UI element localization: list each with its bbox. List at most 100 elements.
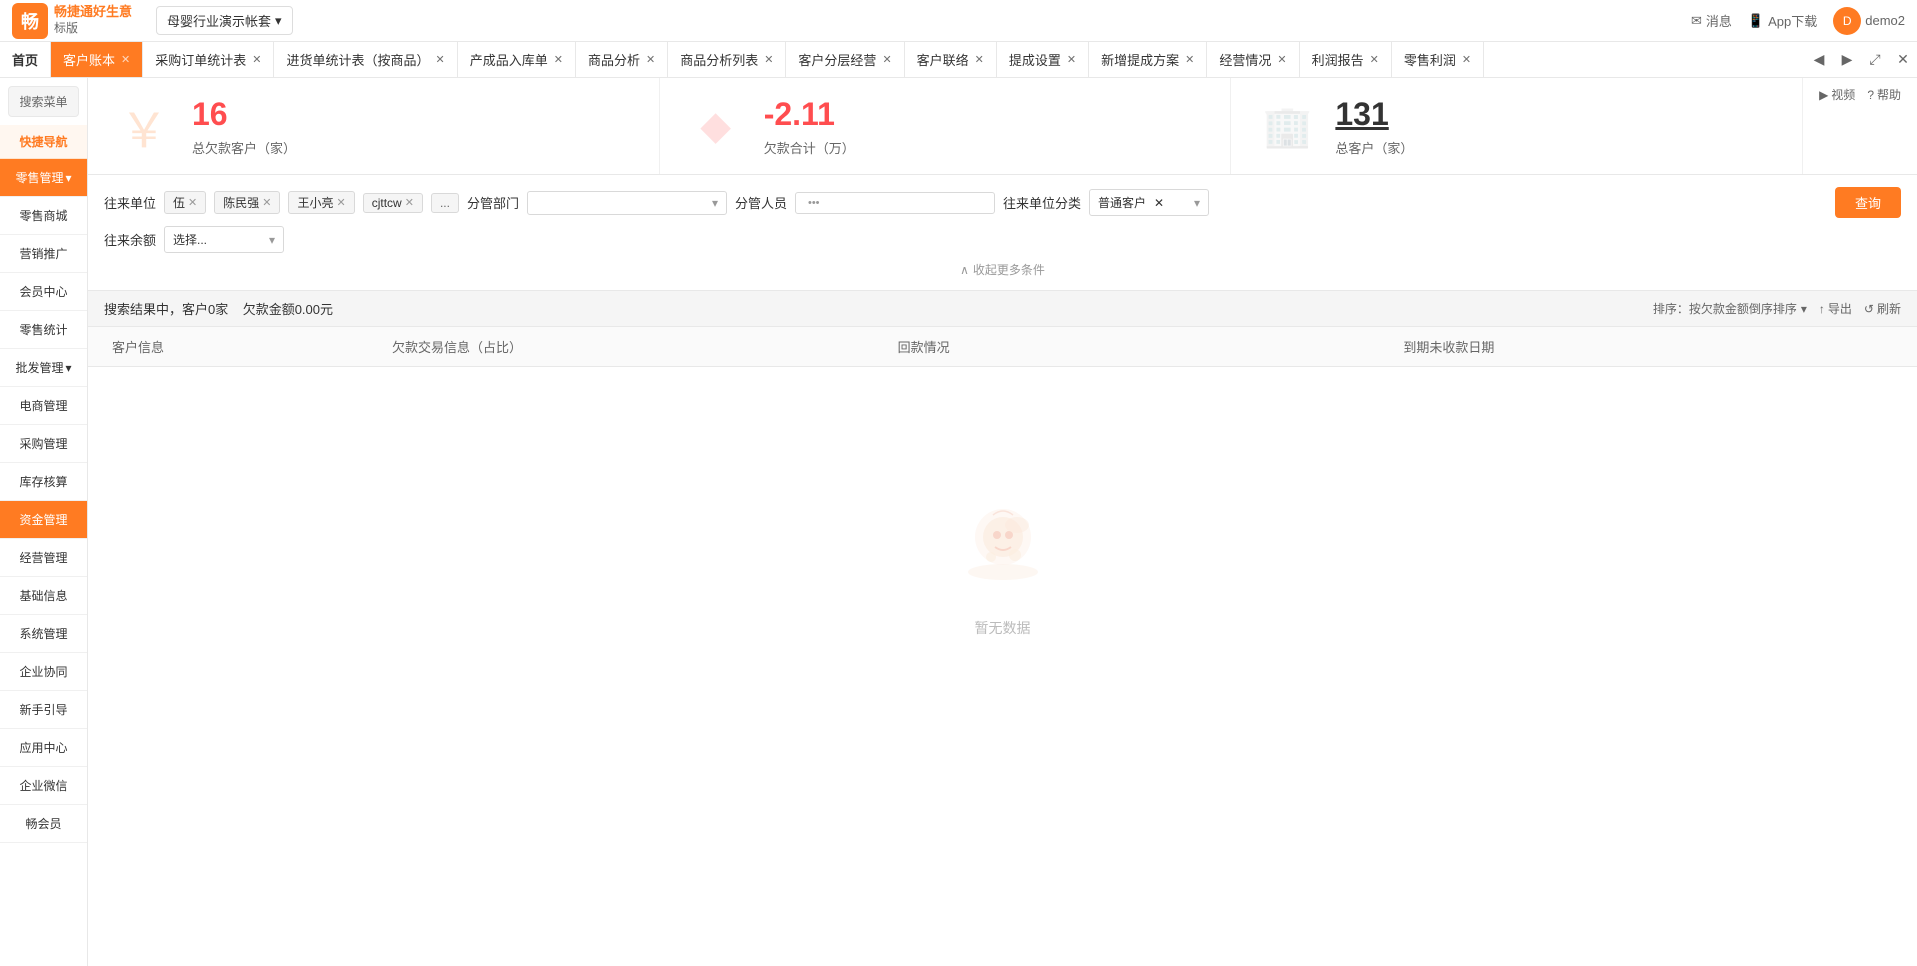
message-icon: ✉	[1691, 13, 1702, 29]
sidebar-item-retail-management[interactable]: 零售管理 ▾	[0, 159, 87, 197]
tab-label: 利润报告	[1312, 50, 1364, 69]
stat-block-customers: ￥ 16 总欠款客户（家）	[88, 78, 660, 174]
tab-profit-report[interactable]: 利润报告 ✕	[1300, 42, 1392, 78]
play-icon: ▶	[1819, 88, 1828, 102]
tab-customer-ledger[interactable]: 客户账本 ✕	[51, 42, 143, 78]
tab-inbound-stats[interactable]: 进货单统计表（按商品） ✕	[274, 42, 457, 78]
tab-label: 提成设置	[1009, 50, 1061, 69]
close-icon[interactable]: ✕	[882, 53, 891, 66]
close-icon[interactable]: ✕	[436, 53, 445, 66]
sidebar-item-operations[interactable]: 经营管理	[0, 539, 87, 577]
sidebar-item-system[interactable]: 系统管理	[0, 615, 87, 653]
close-icon[interactable]: ✕	[1462, 53, 1471, 66]
close-icon[interactable]: ✕	[975, 53, 984, 66]
tab-controls: ◀ ▶ ⤢ ✕	[1805, 46, 1917, 74]
close-icon[interactable]: ✕	[1067, 53, 1076, 66]
chevron-down-icon: ▾	[65, 171, 71, 185]
sort-button[interactable]: 排序：按欠款金额倒序排序 ▾	[1653, 300, 1807, 317]
diamond-icon: ◆	[684, 94, 748, 158]
video-label: 视频	[1831, 86, 1855, 103]
sidebar-item-app-center[interactable]: 应用中心	[0, 729, 87, 767]
filter-tag-wu-remove[interactable]: ✕	[188, 196, 197, 209]
sidebar-item-enterprise-collab[interactable]: 企业协同	[0, 653, 87, 691]
tab-home-label: 首页	[12, 50, 38, 69]
tab-product-inbound[interactable]: 产成品入库单 ✕	[458, 42, 576, 78]
refresh-icon: ↺	[1864, 302, 1874, 316]
category-select[interactable]: 普通客户 ✕ ▾	[1089, 189, 1209, 216]
tab-close-button[interactable]: ✕	[1889, 46, 1917, 74]
tab-customer-tier[interactable]: 客户分层经营 ✕	[786, 42, 904, 78]
app-download-button[interactable]: 📱 App下载	[1748, 11, 1817, 30]
tab-operations[interactable]: 经营情况 ✕	[1207, 42, 1299, 78]
sidebar-item-label: 系统管理	[19, 627, 67, 641]
quick-nav-button[interactable]: 快捷导航	[0, 125, 87, 159]
amount-info-text: 欠款金额0.00元	[243, 302, 333, 317]
sidebar-item-label: 批发管理	[15, 359, 63, 376]
close-icon[interactable]: ✕	[1277, 53, 1286, 66]
chevron-down-icon: ▾	[712, 196, 718, 210]
tab-commission-settings[interactable]: 提成设置 ✕	[997, 42, 1089, 78]
tab-expand-button[interactable]: ⤢	[1861, 46, 1889, 74]
query-button[interactable]: 查询	[1835, 187, 1901, 218]
message-label: 消息	[1706, 11, 1732, 30]
export-button[interactable]: ↑ 导出	[1819, 300, 1852, 317]
close-icon[interactable]: ✕	[554, 53, 563, 66]
sidebar-item-basic-info[interactable]: 基础信息	[0, 577, 87, 615]
collapse-button[interactable]: ∧ 收起更多条件	[960, 261, 1045, 278]
sidebar-item-purchasing[interactable]: 采购管理	[0, 425, 87, 463]
sidebar-item-finance[interactable]: 资金管理	[0, 501, 87, 539]
store-selector[interactable]: 母婴行业演示帐套 ▾	[156, 6, 293, 35]
sidebar-item-marketing[interactable]: 营销推广	[0, 235, 87, 273]
brand-edition: 标版	[54, 21, 132, 37]
help-label: 帮助	[1877, 86, 1901, 103]
filter-tag-chen-remove[interactable]: ✕	[262, 196, 271, 209]
tab-customer-ledger-label: 客户账本	[63, 50, 115, 69]
sidebar-item-ecommerce[interactable]: 电商管理	[0, 387, 87, 425]
col-customer-info: 客户信息	[104, 337, 384, 356]
sidebar-item-wholesale[interactable]: 批发管理 ▾	[0, 349, 87, 387]
top-bar: 畅 畅捷通好生意 标版 母婴行业演示帐套 ▾ ✉ 消息 📱 App下载 D de…	[0, 0, 1917, 42]
message-button[interactable]: ✉ 消息	[1691, 11, 1732, 30]
close-icon[interactable]: ✕	[252, 53, 261, 66]
tab-add-commission[interactable]: 新增提成方案 ✕	[1089, 42, 1207, 78]
sidebar-item-enterprise-wechat[interactable]: 企业微信	[0, 767, 87, 805]
sidebar-item-chang-member[interactable]: 畅会员	[0, 805, 87, 843]
tab-retail-profit[interactable]: 零售利润 ✕	[1392, 42, 1484, 78]
balance-select[interactable]: 选择... ▾	[164, 226, 284, 253]
dept-select[interactable]: ▾	[527, 191, 727, 215]
refresh-button[interactable]: ↺ 刷新	[1864, 300, 1901, 317]
close-icon[interactable]: ✕	[1370, 53, 1379, 66]
person-select[interactable]: •••	[795, 192, 995, 214]
filter-tag-wang-remove[interactable]: ✕	[337, 196, 346, 209]
sidebar-item-retail-stats[interactable]: 零售统计	[0, 311, 87, 349]
close-icon[interactable]: ✕	[764, 53, 773, 66]
tab-home[interactable]: 首页	[0, 42, 51, 78]
tab-customer-contact[interactable]: 客户联络 ✕	[905, 42, 997, 78]
sidebar-item-label: 零售统计	[19, 323, 67, 337]
sidebar-item-new-user-guide[interactable]: 新手引导	[0, 691, 87, 729]
content-area: ￥ 16 总欠款客户（家） ◆ -2.11 欠款合计（万） 🏢	[88, 78, 1917, 966]
video-button[interactable]: ▶ 视频	[1819, 86, 1855, 103]
tab-purchase-order-stats[interactable]: 采购订单统计表 ✕	[143, 42, 274, 78]
tab-product-analysis[interactable]: 商品分析 ✕	[576, 42, 668, 78]
filter-tag-cjttcw-remove[interactable]: ✕	[405, 196, 414, 209]
sidebar-item-label: 零售管理	[15, 169, 63, 186]
help-button[interactable]: ? 帮助	[1867, 86, 1901, 103]
user-profile[interactable]: D demo2	[1833, 7, 1905, 35]
tab-label: 商品分析列表	[680, 50, 758, 69]
sidebar-item-membership[interactable]: 会员中心	[0, 273, 87, 311]
category-clear-icon[interactable]: ✕	[1154, 196, 1164, 210]
tab-next-button[interactable]: ▶	[1833, 46, 1861, 74]
sidebar-item-label: 库存核算	[19, 475, 67, 489]
sidebar-item-inventory[interactable]: 库存核算	[0, 463, 87, 501]
sidebar-item-retail-mall[interactable]: 零售商城	[0, 197, 87, 235]
close-icon[interactable]: ✕	[121, 53, 130, 66]
tab-product-analysis-list[interactable]: 商品分析列表 ✕	[668, 42, 786, 78]
filter-row-2: 往来余额 选择... ▾	[104, 226, 1901, 253]
close-icon[interactable]: ✕	[1185, 53, 1194, 66]
tab-prev-button[interactable]: ◀	[1805, 46, 1833, 74]
search-menu-button[interactable]: 搜索菜单	[8, 86, 79, 117]
filter-more-button[interactable]: ...	[431, 193, 459, 213]
close-icon[interactable]: ✕	[646, 53, 655, 66]
yuan-icon: ￥	[112, 94, 176, 158]
